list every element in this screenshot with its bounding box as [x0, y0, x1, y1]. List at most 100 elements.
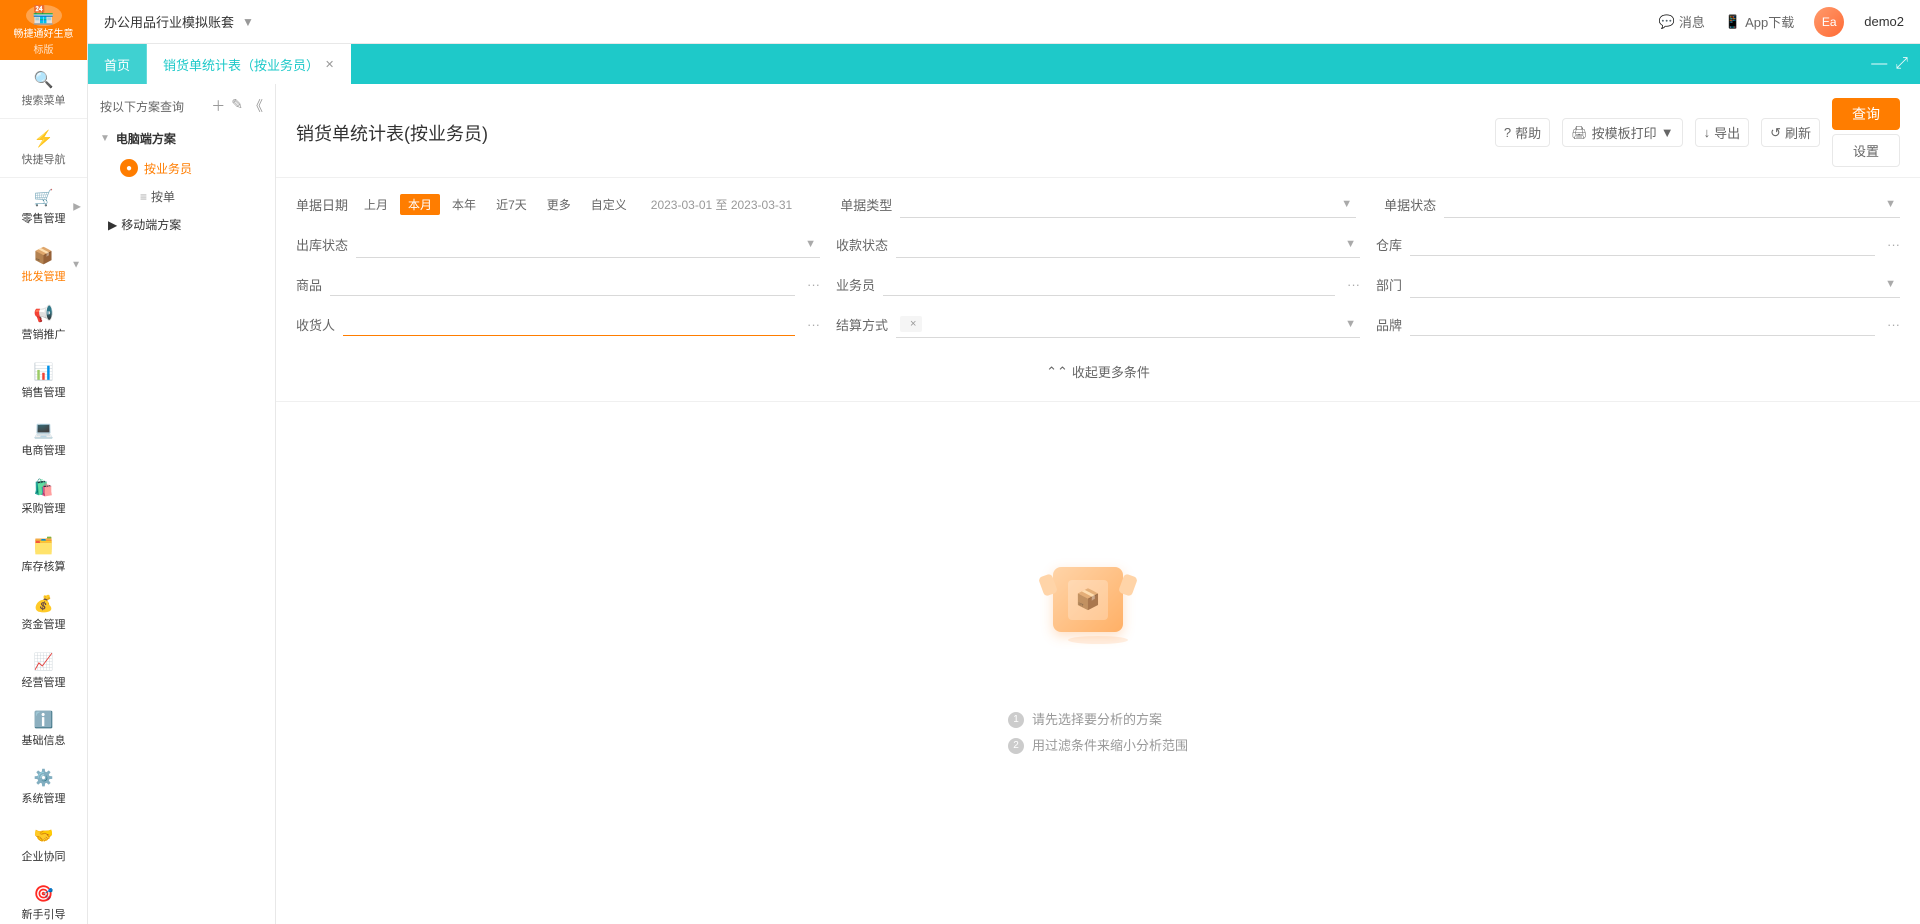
sidebar-item-system[interactable]: ⚙️ 系统管理 [0, 758, 87, 816]
storage-status-select[interactable]: ▼ [356, 230, 820, 258]
sidebar-item-marketing[interactable]: 📢 营销推广 [0, 294, 87, 352]
wing-left [1038, 573, 1058, 597]
date-tab-custom[interactable]: 自定义 [583, 194, 635, 215]
search-icon: 🔍 [34, 70, 54, 90]
edit-scheme-icon[interactable]: ✎ [231, 96, 243, 116]
wing-right [1118, 573, 1138, 597]
tip-item-1: 1 请先选择要分析的方案 [1008, 707, 1188, 733]
tab-home[interactable]: 首页 [88, 44, 147, 84]
page-title: 销货单统计表(按业务员) [296, 120, 488, 146]
date-tab-more[interactable]: 更多 [539, 194, 579, 215]
date-tab-last-7days[interactable]: 近7天 [488, 194, 535, 215]
operation-icon: 📈 [34, 652, 54, 672]
payment-status-item: 收款状态 ▼ [836, 230, 1360, 258]
receiver-input[interactable] [343, 312, 795, 336]
salesperson-dots[interactable]: ··· [1347, 277, 1360, 292]
sidebar-item-wholesale[interactable]: 📦 批发管理 ▼ [0, 236, 87, 294]
collapse-button[interactable]: ⌃⌃ 收起更多条件 [1034, 358, 1162, 385]
collapse-row: ⌃⌃ 收起更多条件 [296, 350, 1900, 389]
collapse-label: 收起更多条件 [1072, 362, 1150, 381]
export-button[interactable]: ↓ 导出 [1695, 118, 1750, 147]
settlement-select[interactable]: × ▼ [896, 310, 1360, 338]
warehouse-label: 仓库 [1376, 235, 1402, 254]
date-tab-this-month[interactable]: 本月 [400, 194, 440, 215]
settlement-item: 结算方式 × ▼ [836, 310, 1360, 338]
sidebar-item-operation[interactable]: 📈 经营管理 [0, 642, 87, 700]
sidebar-item-retail[interactable]: 🛒 零售管理 ▶ [0, 178, 87, 236]
pc-scheme-label: 电脑端方案 [116, 130, 176, 147]
help-button[interactable]: ? 帮助 [1495, 118, 1550, 147]
header-dropdown-icon[interactable]: ▼ [242, 15, 254, 29]
query-button[interactable]: 查询 [1832, 98, 1900, 130]
sidebar-item-newbie[interactable]: 🎯 新手引导 [0, 874, 87, 924]
avatar[interactable]: Ea [1814, 7, 1844, 37]
filter-form: 单据日期 上月 本月 本年 近7天 更多 自定义 2023-03-01 至 20… [276, 178, 1920, 402]
sidebar-item-shortcut[interactable]: ⚡ 快捷导航 [0, 119, 87, 178]
sidebar-item-search[interactable]: 🔍 搜索菜单 [0, 60, 87, 119]
filter-row-2: 出库状态 ▼ 收款状态 ▼ 仓库 [296, 230, 1900, 258]
pc-scheme-header[interactable]: ▼ 电脑端方案 [100, 124, 263, 153]
marketing-icon: 📢 [34, 304, 54, 324]
refresh-button[interactable]: ↺ 刷新 [1761, 118, 1820, 147]
empty-tips: 1 请先选择要分析的方案 2 用过滤条件来缩小分析范围 [1008, 707, 1188, 759]
date-tab-last-month[interactable]: 上月 [356, 194, 396, 215]
top-header-right: 💬 消息 📱 App下载 Ea demo2 [1659, 7, 1904, 37]
brand-dots[interactable]: ··· [1887, 317, 1900, 332]
scheme-item-by-salesperson[interactable]: ● 按业务员 [100, 153, 263, 183]
goods-dots[interactable]: ··· [807, 277, 820, 292]
goods-input[interactable] [330, 272, 795, 296]
add-scheme-icon[interactable]: ＋ [211, 96, 225, 116]
payment-status-select[interactable]: ▼ [896, 230, 1360, 258]
sidebar-item-finance[interactable]: 💰 资金管理 [0, 584, 87, 642]
warehouse-dots[interactable]: ··· [1887, 237, 1900, 252]
mobile-scheme-label: 移动端方案 [121, 216, 181, 233]
app-download-button[interactable]: 📱 App下载 [1725, 12, 1794, 31]
scheme-item-by-order[interactable]: ≡ 按单 [100, 183, 263, 210]
sidebar-item-purchase[interactable]: 🛍️ 采购管理 [0, 468, 87, 526]
settlement-tag-close[interactable]: × [910, 318, 916, 330]
mobile-scheme-header[interactable]: ▶ 移动端方案 [88, 210, 275, 239]
main-area: 办公用品行业模拟账套 ▼ 💬 消息 📱 App下载 Ea demo2 首页 销货… [88, 0, 1920, 924]
tab-minimize-icon[interactable]: — [1871, 55, 1887, 73]
department-label: 部门 [1376, 275, 1402, 294]
document-status-select[interactable]: ▼ [1444, 190, 1900, 218]
message-button[interactable]: 💬 消息 [1659, 12, 1705, 31]
storage-status-chevron: ▼ [805, 238, 816, 250]
sidebar-system-label: 系统管理 [22, 790, 66, 806]
tip-item-2: 2 用过滤条件来缩小分析范围 [1008, 733, 1188, 759]
sidebar-item-basic[interactable]: ℹ️ 基础信息 [0, 700, 87, 758]
pc-scheme-arrow: ▼ [100, 133, 110, 144]
sales-icon: 📊 [34, 362, 54, 382]
date-tab-this-year[interactable]: 本年 [444, 194, 484, 215]
logo-sub: 标版 [34, 41, 54, 56]
receiver-dots[interactable]: ··· [807, 317, 820, 332]
warehouse-input[interactable] [1410, 232, 1875, 256]
department-select[interactable]: ▼ [1410, 270, 1900, 298]
sidebar-item-ecommerce[interactable]: 💻 电商管理 [0, 410, 87, 468]
company-title: 办公用品行业模拟账套 [104, 12, 234, 31]
tab-expand-icon[interactable]: ⤢ [1895, 55, 1908, 73]
document-type-select[interactable]: ▼ [900, 190, 1356, 218]
print-button[interactable]: 🖨 按模板打印 ▼ [1562, 118, 1682, 147]
inventory-icon: 🗂️ [34, 536, 54, 556]
tab-close-icon[interactable]: ✕ [325, 58, 334, 71]
sidebar-item-company[interactable]: 🤝 企业协同 [0, 816, 87, 874]
sales-stat-tab-label: 销货单统计表（按业务员） [163, 55, 319, 74]
sidebar-item-sales[interactable]: 📊 销售管理 [0, 352, 87, 410]
settings-button[interactable]: 设置 [1832, 134, 1900, 167]
sidebar-logo[interactable]: 🏪 畅捷通好生意 标版 [0, 0, 87, 60]
tab-sales-stat[interactable]: 销货单统计表（按业务员） ✕ [147, 44, 351, 84]
empty-box-container: 📦 [1053, 567, 1143, 647]
department-chevron: ▼ [1885, 278, 1896, 290]
payment-status-label: 收款状态 [836, 235, 888, 254]
username[interactable]: demo2 [1864, 14, 1904, 29]
refresh-label: 刷新 [1785, 123, 1811, 142]
brand-input[interactable] [1410, 312, 1875, 336]
help-label: 帮助 [1515, 123, 1541, 142]
receiver-item: 收货人 ··· [296, 312, 820, 336]
sidebar-item-inventory[interactable]: 🗂️ 库存核算 [0, 526, 87, 584]
tip-text-2: 用过滤条件来缩小分析范围 [1032, 733, 1188, 759]
salesperson-input[interactable] [883, 272, 1335, 296]
brand-item: 品牌 ··· [1376, 312, 1900, 336]
collapse-panel-icon[interactable]: 《 [249, 96, 263, 116]
